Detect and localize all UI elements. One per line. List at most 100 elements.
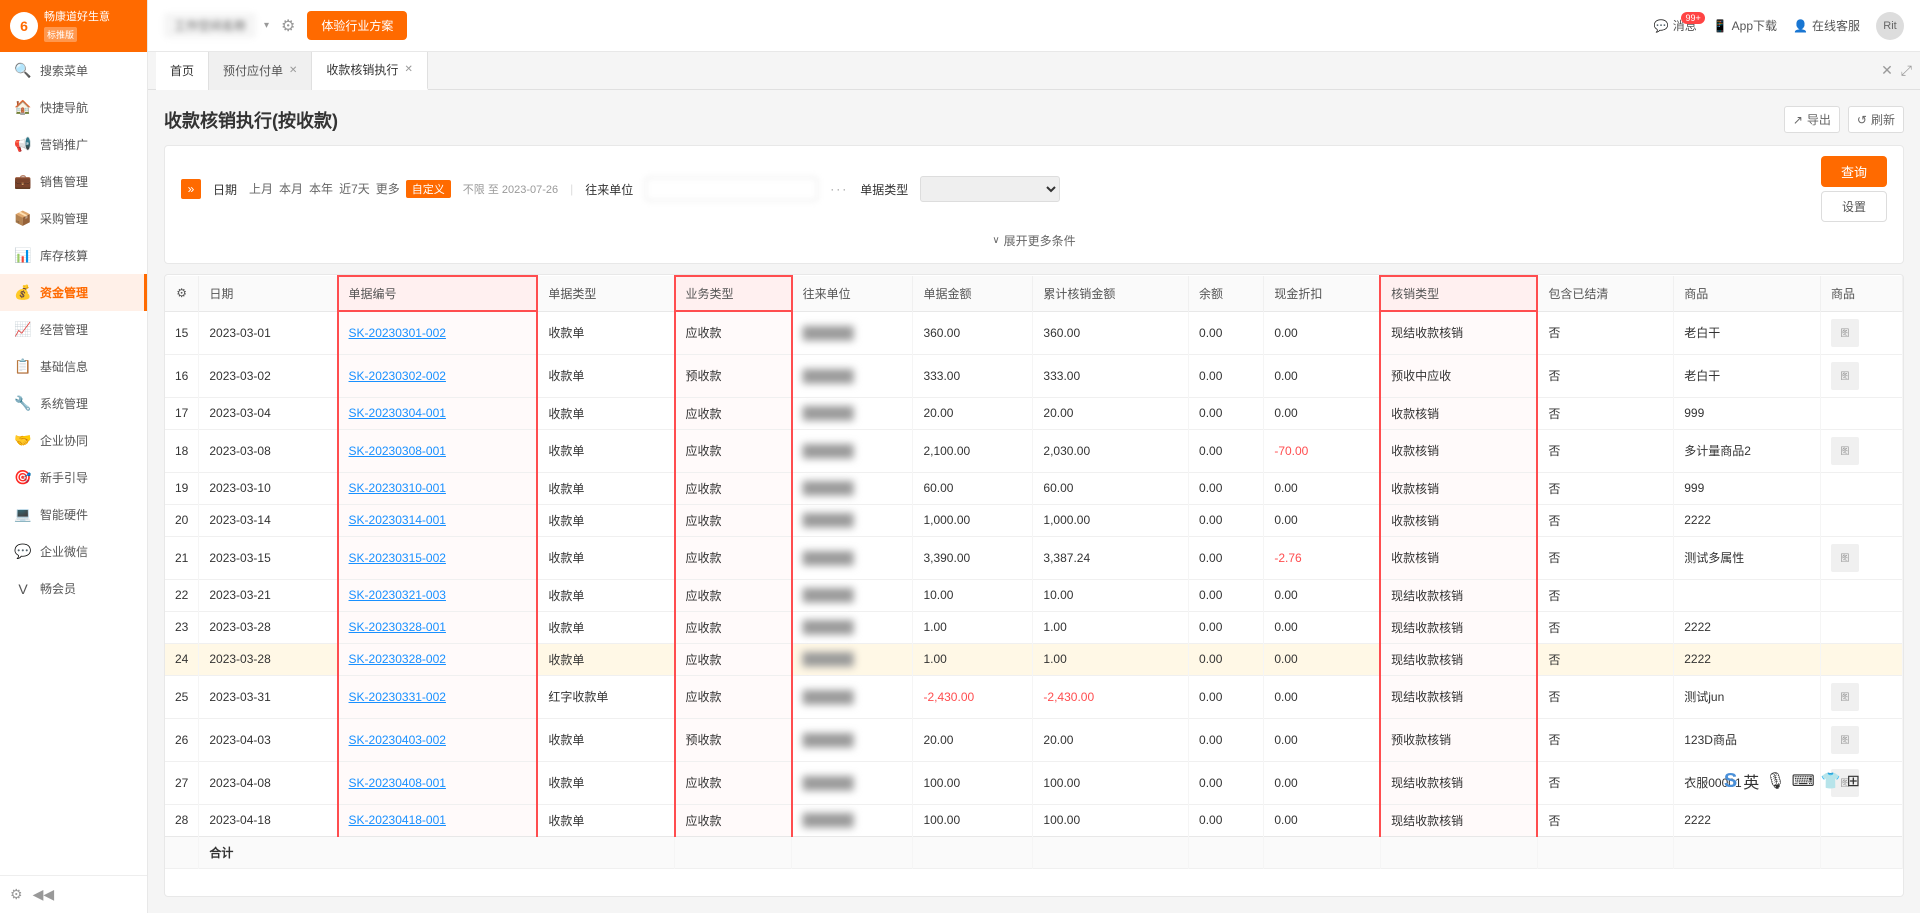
- sidebar-item-purchase[interactable]: 📦采购管理: [0, 200, 147, 237]
- query-button[interactable]: 查询: [1821, 156, 1887, 187]
- doc-type-filter-label: 单据类型: [860, 181, 908, 198]
- doc-no-link[interactable]: SK-20230328-001: [349, 620, 446, 634]
- service-label: 在线客服: [1812, 17, 1860, 34]
- cell-verify-type: 收款核销: [1380, 536, 1537, 579]
- doc-no-link[interactable]: SK-20230308-001: [349, 444, 446, 458]
- cell-discount: 0.00: [1264, 311, 1380, 354]
- sidebar-item-inventory[interactable]: 📊库存核算: [0, 237, 147, 274]
- doc-no-link[interactable]: SK-20230321-003: [349, 588, 446, 602]
- doc-no-link[interactable]: SK-20230314-001: [349, 513, 446, 527]
- date-custom-button[interactable]: 自定义: [406, 180, 451, 198]
- sidebar-item-capital[interactable]: 💰资金管理: [0, 274, 147, 311]
- sidebar-icon-sales: 💼: [14, 173, 32, 190]
- expand-conditions-button[interactable]: ∨ 展开更多条件: [980, 228, 1087, 253]
- sidebar-item-operations[interactable]: 📈经营管理: [0, 311, 147, 348]
- cell-discount: 0.00: [1264, 354, 1380, 397]
- filter-settings-button[interactable]: 设置: [1821, 191, 1887, 222]
- sidebar-item-weixin[interactable]: 💬企业微信: [0, 533, 147, 570]
- cell-verify-type: 收款核销: [1380, 429, 1537, 472]
- doc-no-link[interactable]: SK-20230408-001: [349, 776, 446, 790]
- workspace-selector[interactable]: 工作空间名称 ▾: [164, 13, 269, 38]
- doc-type-filter-select[interactable]: [920, 176, 1060, 202]
- workspace-dropdown-icon[interactable]: ▾: [264, 20, 269, 31]
- doc-no-link[interactable]: SK-20230418-001: [349, 813, 446, 827]
- message-badge: 99+: [1681, 12, 1704, 24]
- experience-button[interactable]: 体验行业方案: [307, 11, 407, 40]
- sidebar-menu: 🔍搜索菜单🏠快捷导航📢营销推广💼销售管理📦采购管理📊库存核算💰资金管理📈经营管理…: [0, 52, 147, 875]
- goods-thumbnail: 图: [1831, 544, 1859, 572]
- total-cumulative: [1033, 836, 1189, 868]
- cell-no: 26: [165, 718, 199, 761]
- doc-no-link[interactable]: SK-20230304-001: [349, 406, 446, 420]
- sidebar-item-guide[interactable]: 🎯新手引导: [0, 459, 147, 496]
- date-last-month[interactable]: 上月: [249, 180, 273, 198]
- cell-verify-type: 现结收款核销: [1380, 611, 1537, 643]
- cell-goods: 2222: [1674, 611, 1821, 643]
- refresh-button[interactable]: ↺ 刷新: [1848, 106, 1904, 133]
- cell-biz-type: 应收款: [675, 643, 792, 675]
- cell-date: 2023-03-21: [199, 579, 338, 611]
- th-partner: 往来单位: [792, 276, 913, 311]
- tab-close-all-button[interactable]: ✕: [1881, 62, 1893, 79]
- sidebar-label-system: 系统管理: [40, 395, 88, 412]
- cell-doc-no: SK-20230418-001: [338, 804, 538, 836]
- doc-no-link[interactable]: SK-20230328-002: [349, 652, 446, 666]
- th-settings[interactable]: ⚙: [165, 276, 199, 311]
- tab-label-receipt-verify: 收款核销执行: [326, 61, 398, 78]
- sidebar-icon-quick-nav: 🏠: [14, 99, 32, 116]
- doc-no-link[interactable]: SK-20230315-002: [349, 551, 446, 565]
- user-avatar[interactable]: Rit: [1876, 12, 1904, 40]
- sidebar-collapse-icon[interactable]: ◀◀: [33, 886, 55, 903]
- sidebar-item-basic[interactable]: 📋基础信息: [0, 348, 147, 385]
- date-this-month[interactable]: 本月: [279, 180, 303, 198]
- sidebar-item-enterprise[interactable]: 🤝企业协同: [0, 422, 147, 459]
- date-7-days[interactable]: 近7天: [339, 180, 370, 198]
- cell-no: 16: [165, 354, 199, 397]
- sidebar-item-marketing[interactable]: 📢营销推广: [0, 126, 147, 163]
- total-discount: [1264, 836, 1380, 868]
- cell-goods: 2222: [1674, 504, 1821, 536]
- filter-collapse-button[interactable]: »: [181, 179, 201, 199]
- sidebar-item-search[interactable]: 🔍搜索菜单: [0, 52, 147, 89]
- tab-close-prepay[interactable]: ✕: [289, 65, 297, 76]
- topbar-gear-icon[interactable]: ⚙: [281, 16, 295, 36]
- date-more[interactable]: 更多: [376, 180, 400, 198]
- doc-no-link[interactable]: SK-20230301-002: [349, 326, 446, 340]
- doc-no-link[interactable]: SK-20230331-002: [349, 690, 446, 704]
- tab-close-receipt-verify[interactable]: ✕: [404, 64, 412, 75]
- date-this-year[interactable]: 本年: [309, 180, 333, 198]
- cell-date: 2023-03-31: [199, 675, 338, 718]
- app-download-button[interactable]: 📱 App下载: [1713, 17, 1777, 34]
- th-goods: 商品: [1674, 276, 1821, 311]
- sidebar-label-purchase: 采购管理: [40, 210, 88, 227]
- message-button[interactable]: 💬 消息 99+: [1654, 17, 1697, 34]
- cell-no: 25: [165, 675, 199, 718]
- sidebar-item-system[interactable]: 🔧系统管理: [0, 385, 147, 422]
- cell-no: 18: [165, 429, 199, 472]
- cell-discount: 0.00: [1264, 718, 1380, 761]
- doc-no-link[interactable]: SK-20230403-002: [349, 733, 446, 747]
- partner-filter-input[interactable]: [645, 177, 818, 201]
- sidebar-item-sales[interactable]: 💼销售管理: [0, 163, 147, 200]
- cell-partner: ██████: [792, 761, 913, 804]
- doc-no-link[interactable]: SK-20230310-001: [349, 481, 446, 495]
- sidebar-item-member[interactable]: V畅会员: [0, 570, 147, 607]
- cell-cumulative: 3,387.24: [1033, 536, 1189, 579]
- export-button[interactable]: ↗ 导出: [1784, 106, 1840, 133]
- online-service-button[interactable]: 👤 在线客服: [1793, 17, 1860, 34]
- tab-prepay[interactable]: 预付应付单✕: [209, 52, 312, 90]
- tab-maximize-button[interactable]: ⤢: [1901, 62, 1912, 79]
- sidebar-item-quick-nav[interactable]: 🏠快捷导航: [0, 89, 147, 126]
- main-content: 工作空间名称 ▾ ⚙ 体验行业方案 💬 消息 99+ 📱 App下载 👤 在线客…: [148, 0, 1920, 913]
- tab-home[interactable]: 首页: [156, 52, 209, 90]
- cell-no: 23: [165, 611, 199, 643]
- sidebar-item-hardware[interactable]: 💻智能硬件: [0, 496, 147, 533]
- total-partner: [792, 836, 913, 868]
- table-scroll[interactable]: ⚙ 日期 单据编号 单据类型 业务类型 往来单位 单据金额 累计核销金额 余额 …: [165, 275, 1903, 896]
- sidebar-gear-icon[interactable]: ⚙: [10, 886, 23, 903]
- tab-receipt-verify[interactable]: 收款核销执行 ✕: [312, 52, 427, 90]
- cell-discount: -70.00: [1264, 429, 1380, 472]
- sidebar-icon-basic: 📋: [14, 358, 32, 375]
- doc-no-link[interactable]: SK-20230302-002: [349, 369, 446, 383]
- cell-goods: 2222: [1674, 643, 1821, 675]
